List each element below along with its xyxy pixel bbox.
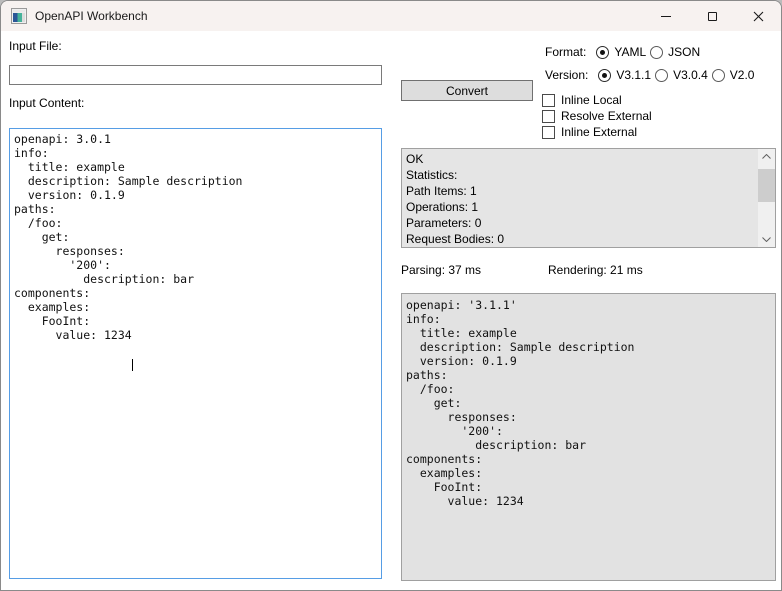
inline-local-label: Inline Local (561, 93, 622, 107)
version-v311-radio[interactable] (598, 69, 611, 82)
status-text: OK Statistics: Path Items: 1 Operations:… (406, 151, 504, 247)
options-checkboxes: Inline Local Resolve External Inline Ext… (542, 93, 652, 139)
resolve-external-option[interactable]: Resolve External (542, 109, 652, 123)
scroll-up-icon[interactable] (758, 149, 775, 164)
status-scrollbar[interactable] (758, 149, 775, 247)
window-title: OpenAPI Workbench (35, 9, 148, 23)
version-label: Version: (545, 68, 588, 82)
close-button[interactable] (735, 1, 781, 31)
app-icon (11, 8, 27, 24)
version-v304-label[interactable]: V3.0.4 (673, 68, 708, 82)
resolve-external-label: Resolve External (561, 109, 652, 123)
parsing-time-label: Parsing: 37 ms (401, 263, 481, 277)
inline-local-checkbox[interactable] (542, 94, 555, 107)
version-v304-radio[interactable] (655, 69, 668, 82)
text-caret (132, 359, 133, 371)
titlebar: OpenAPI Workbench (1, 1, 781, 31)
format-yaml-radio[interactable] (596, 46, 609, 59)
close-icon (753, 11, 764, 22)
input-file-field[interactable] (9, 65, 382, 85)
format-label: Format: (545, 45, 586, 59)
inline-external-checkbox[interactable] (542, 126, 555, 139)
version-v311-label[interactable]: V3.1.1 (616, 68, 651, 82)
maximize-button[interactable] (689, 1, 735, 31)
input-content-label: Input Content: (9, 96, 84, 110)
output-panel: openapi: '3.1.1' info: title: example de… (401, 293, 776, 581)
scrollbar-thumb[interactable] (758, 169, 775, 202)
format-json-label[interactable]: JSON (668, 45, 700, 59)
input-content-text: openapi: 3.0.1 info: title: example desc… (14, 132, 377, 342)
resolve-external-checkbox[interactable] (542, 110, 555, 123)
minimize-button[interactable] (643, 1, 689, 31)
rendering-time-label: Rendering: 21 ms (548, 263, 643, 277)
version-v20-label[interactable]: V2.0 (730, 68, 755, 82)
convert-button[interactable]: Convert (401, 80, 533, 101)
format-row: Format: YAML JSON (545, 45, 700, 59)
inline-local-option[interactable]: Inline Local (542, 93, 652, 107)
output-content-text: openapi: '3.1.1' info: title: example de… (406, 298, 771, 508)
maximize-icon (708, 12, 717, 21)
version-row: Version: V3.1.1 V3.0.4 V2.0 (545, 68, 754, 82)
version-v20-radio[interactable] (712, 69, 725, 82)
minimize-icon (661, 16, 671, 17)
input-file-label: Input File: (9, 39, 62, 53)
input-content-editor[interactable]: openapi: 3.0.1 info: title: example desc… (9, 128, 382, 579)
format-yaml-label[interactable]: YAML (614, 45, 646, 59)
scroll-down-icon[interactable] (758, 232, 775, 247)
format-json-radio[interactable] (650, 46, 663, 59)
app-window: OpenAPI Workbench Input File: Input Cont… (0, 0, 782, 591)
inline-external-option[interactable]: Inline External (542, 125, 652, 139)
inline-external-label: Inline External (561, 125, 637, 139)
window-controls (643, 1, 781, 31)
status-panel: OK Statistics: Path Items: 1 Operations:… (401, 148, 776, 248)
